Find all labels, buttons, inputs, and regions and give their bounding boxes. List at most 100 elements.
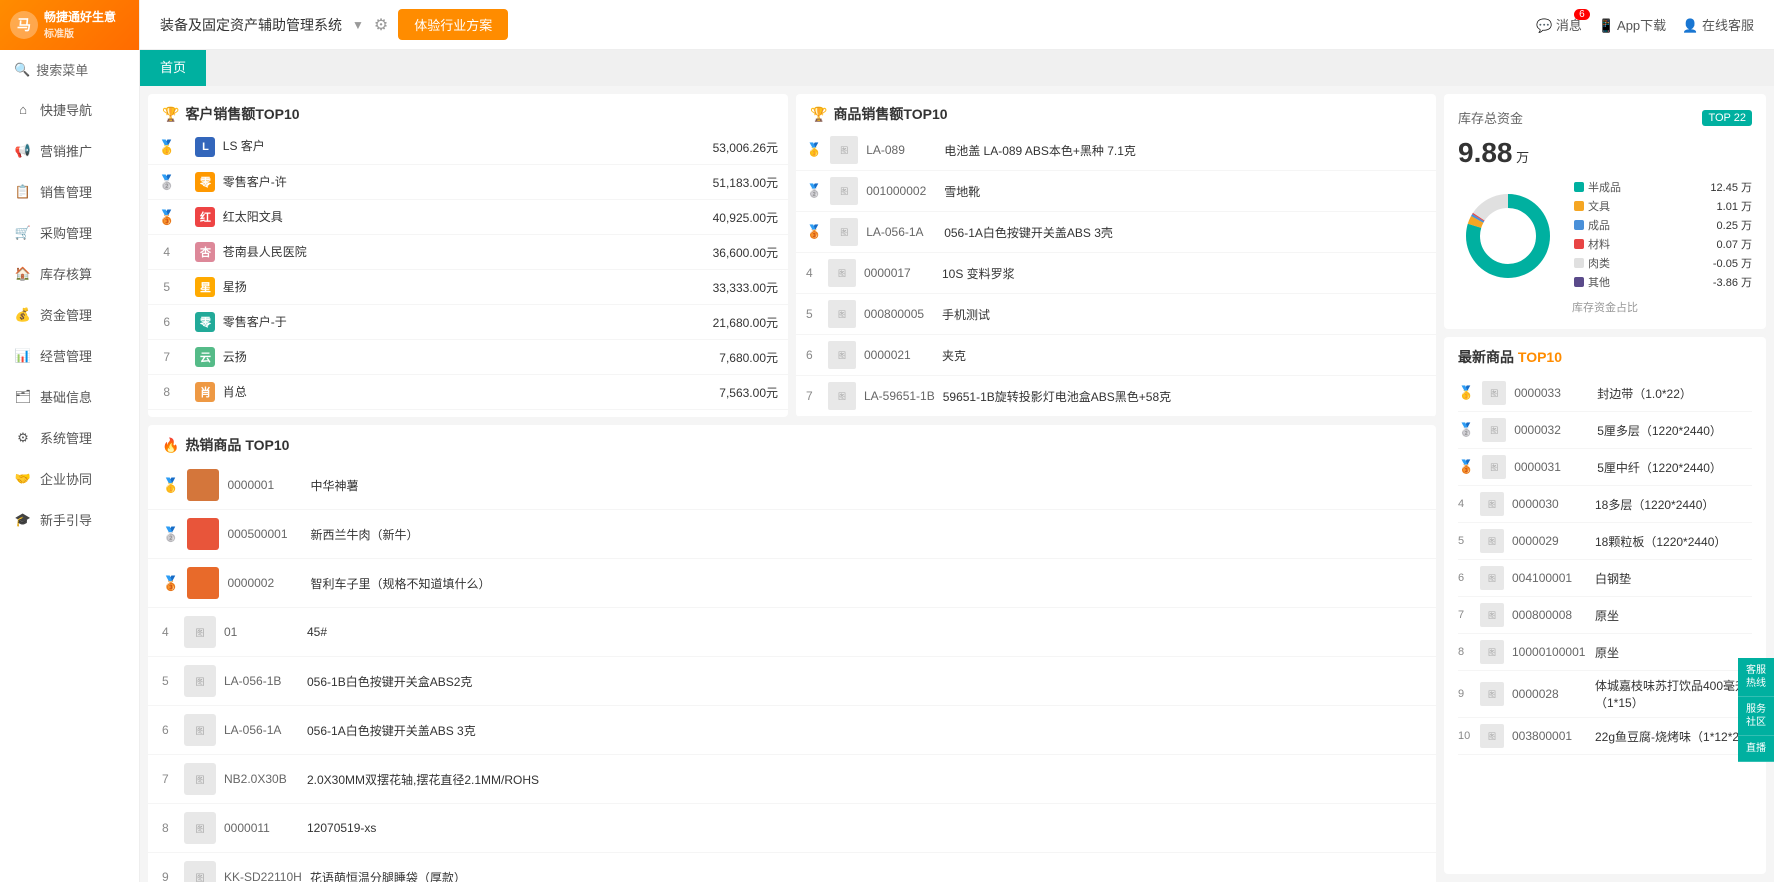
sidebar-item-purchase[interactable]: 🛒 采购管理 (0, 212, 139, 253)
trophy2-icon: 🏆 (810, 106, 827, 123)
guide-icon: 🎓 (14, 511, 32, 529)
legend-item: 材料 0.07 万 (1574, 236, 1752, 252)
message-count-badge: 6 (1574, 9, 1590, 20)
sidebar-item-finance[interactable]: 💰 资金管理 (0, 294, 139, 335)
main-content: 装备及固定资产辅助管理系统 ▼ ⚙ 体验行业方案 💬 消息 6 📱 App下载 … (140, 0, 1774, 882)
sidebar-item-basic-info[interactable]: 🗂 基础信息 (0, 376, 139, 417)
list-item: 🥇 图 0000033 封边带（1.0*22） (1458, 375, 1752, 412)
donut-chart (1458, 186, 1558, 286)
sidebar-logo: 马 畅捷通好生意 标准版 (0, 0, 139, 50)
app-download-label: App下载 (1617, 18, 1666, 33)
sidebar-item-coop[interactable]: 🤝 企业协同 (0, 458, 139, 499)
customer-title-text: 客户销售额TOP10 (185, 104, 299, 124)
sidebar-item-inventory[interactable]: 🏠 库存核算 (0, 253, 139, 294)
top-header: 装备及固定资产辅助管理系统 ▼ ⚙ 体验行业方案 💬 消息 6 📱 App下载 … (140, 0, 1774, 50)
nav-label-purchase: 采购管理 (40, 223, 92, 242)
table-row: 🥉 红 红太阳文具 40,925.00元 (148, 200, 788, 235)
legend-item: 其他 -3.86 万 (1574, 274, 1752, 290)
legend-item: 肉类 -0.05 万 (1574, 255, 1752, 271)
latest-products-list: 🥇 图 0000033 封边带（1.0*22） 🥈 图 0000032 5厘多层… (1458, 375, 1752, 755)
fire-icon: 🔥 (162, 437, 179, 454)
purchase-icon: 🛒 (14, 224, 32, 242)
top-columns: 🏆 客户销售额TOP10 🥇 L LS 客户 53,006.26元 🥈 零 零售… (140, 86, 1444, 425)
list-item: 8 图 0000011 12070519-xs (148, 804, 1436, 853)
online-service-link[interactable]: 👤 在线客服 (1682, 15, 1754, 34)
phone-icon: 📱 (1598, 18, 1614, 33)
search-menu-item[interactable]: 🔍 搜索菜单 (0, 50, 139, 89)
nav-label-operations: 经营管理 (40, 346, 92, 365)
list-item: 4 图 0000030 18多层（1220*2440） (1458, 486, 1752, 523)
list-item: 5 图 0000029 18颗粒板（1220*2440） (1458, 523, 1752, 560)
table-row: 4 杏 苍南县人民医院 36,600.00元 (148, 235, 788, 270)
table-row: 🥇 L LS 客户 53,006.26元 (148, 130, 788, 165)
sidebar-item-marketing[interactable]: 📢 营销推广 (0, 130, 139, 171)
logo-subtitle: 标准版 (44, 25, 116, 40)
list-item: 6 图 0000021 夹克 (796, 335, 1436, 376)
sidebar: 马 畅捷通好生意 标准版 🔍 搜索菜单 ⌂ 快捷导航 📢 营销推广 📋 销售管理… (0, 0, 140, 882)
latest-products-card: 最新商品 TOP10 🥇 图 0000033 封边带（1.0*22） 🥈 图 0… (1444, 337, 1766, 874)
list-item: 🥉 图 LA-056-1A 056-1A白色按键开关盖ABS 3壳 (796, 212, 1436, 253)
inventory-chart-area: 半成品 12.45 万 文具 1.01 万 成品 0.25 万 材料 0.07 … (1458, 179, 1752, 293)
nav-label-coop: 企业协同 (40, 469, 92, 488)
page-tabs: 首页 (140, 50, 1774, 86)
inventory-title: 库存总资金 (1458, 108, 1523, 127)
list-item: 🥉 0000002 智利车子里（规格不知道填什么） (148, 559, 1436, 608)
list-item: 🥉 图 0000031 5厘中纤（1220*2440） (1458, 449, 1752, 486)
logo-title: 畅捷通好生意 (44, 10, 116, 26)
sidebar-item-operations[interactable]: 📊 经营管理 (0, 335, 139, 376)
legend-item: 半成品 12.45 万 (1574, 179, 1752, 195)
finance-icon: 💰 (14, 306, 32, 324)
sales-icon: 📋 (14, 183, 32, 201)
hot-products-title: 🔥 热销商品 TOP10 (148, 425, 1436, 461)
right-panel: 库存总资金 TOP 22 9.88 万 (1444, 86, 1774, 882)
table-row: 5 星 星扬 33,333.00元 (148, 270, 788, 305)
list-item: 6 图 LA-056-1A 056-1A白色按键开关盖ABS 3克 (148, 706, 1436, 755)
list-item: 10 图 003800001 22g鱼豆腐-烧烤味（1*12*20） (1458, 718, 1752, 755)
sidebar-item-quick-nav[interactable]: ⌂ 快捷导航 (0, 89, 139, 130)
product-section-title: 🏆 商品销售额TOP10 (796, 94, 1436, 130)
table-row: 8 肖 肖总 7,563.00元 (148, 375, 788, 410)
list-item: 🥈 000500001 新西兰牛肉（新牛） (148, 510, 1436, 559)
inventory-icon: 🏠 (14, 265, 32, 283)
inventory-amount-big: 9.88 (1458, 137, 1513, 168)
list-item: 6 图 004100001 白钢垫 (1458, 560, 1752, 597)
header-right: 💬 消息 6 📱 App下载 👤 在线客服 (1536, 15, 1754, 34)
list-item: 4 图 01 45# (148, 608, 1436, 657)
online-service-label: 在线客服 (1702, 18, 1754, 33)
inventory-top-badge: TOP 22 (1702, 110, 1752, 126)
service-hotline-btn[interactable]: 客服 热线 (1738, 658, 1774, 697)
nav-label-marketing: 营销推广 (40, 141, 92, 160)
nav-label-finance: 资金管理 (40, 305, 92, 324)
latest-products-title: 最新商品 TOP10 (1458, 347, 1752, 367)
sidebar-item-guide[interactable]: 🎓 新手引导 (0, 499, 139, 540)
product-sales-card: 🏆 商品销售额TOP10 🥇 图 LA-089 电池盖 LA-089 ABS本色… (796, 94, 1436, 417)
message-badge-wrap[interactable]: 💬 消息 6 (1536, 15, 1582, 34)
list-item: 5 图 LA-056-1B 056-1B白色按键开关盒ABS2克 (148, 657, 1436, 706)
sidebar-item-system[interactable]: ⚙ 系统管理 (0, 417, 139, 458)
inventory-subtitle: 库存资金占比 (1458, 299, 1752, 315)
table-row: 6 零 零售客户-于 21,680.00元 (148, 305, 788, 340)
list-item: 🥈 图 001000002 雪地靴 (796, 171, 1436, 212)
basic-info-icon: 🗂 (14, 388, 32, 406)
settings-icon[interactable]: ⚙ (374, 15, 388, 35)
service-community-btn[interactable]: 服务 社区 (1738, 697, 1774, 736)
list-item: 7 图 000800008 原坐 (1458, 597, 1752, 634)
legend-item: 文具 1.01 万 (1574, 198, 1752, 214)
logo-icon: 马 (10, 11, 38, 39)
service-live-btn[interactable]: 直播 (1738, 736, 1774, 762)
customer-sales-card: 🏆 客户销售额TOP10 🥇 L LS 客户 53,006.26元 🥈 零 零售… (148, 94, 788, 417)
dropdown-arrow-icon[interactable]: ▼ (352, 18, 364, 32)
sidebar-item-sales[interactable]: 📋 销售管理 (0, 171, 139, 212)
legend-item: 成品 0.25 万 (1574, 217, 1752, 233)
home-icon: ⌂ (14, 101, 32, 119)
tab-home[interactable]: 首页 (140, 50, 206, 86)
message-icon: 💬 (1536, 18, 1552, 33)
trophy-icon: 🏆 (162, 106, 179, 123)
trial-button[interactable]: 体验行业方案 (398, 9, 508, 40)
app-download-link[interactable]: 📱 App下载 (1598, 15, 1666, 34)
operations-icon: 📊 (14, 347, 32, 365)
nav-label-sales: 销售管理 (40, 182, 92, 201)
list-item: 5 图 000800005 手机测试 (796, 294, 1436, 335)
system-icon: ⚙ (14, 429, 32, 447)
customer-table: 🥇 L LS 客户 53,006.26元 🥈 零 零售客户-许 51,183.0… (148, 130, 788, 410)
